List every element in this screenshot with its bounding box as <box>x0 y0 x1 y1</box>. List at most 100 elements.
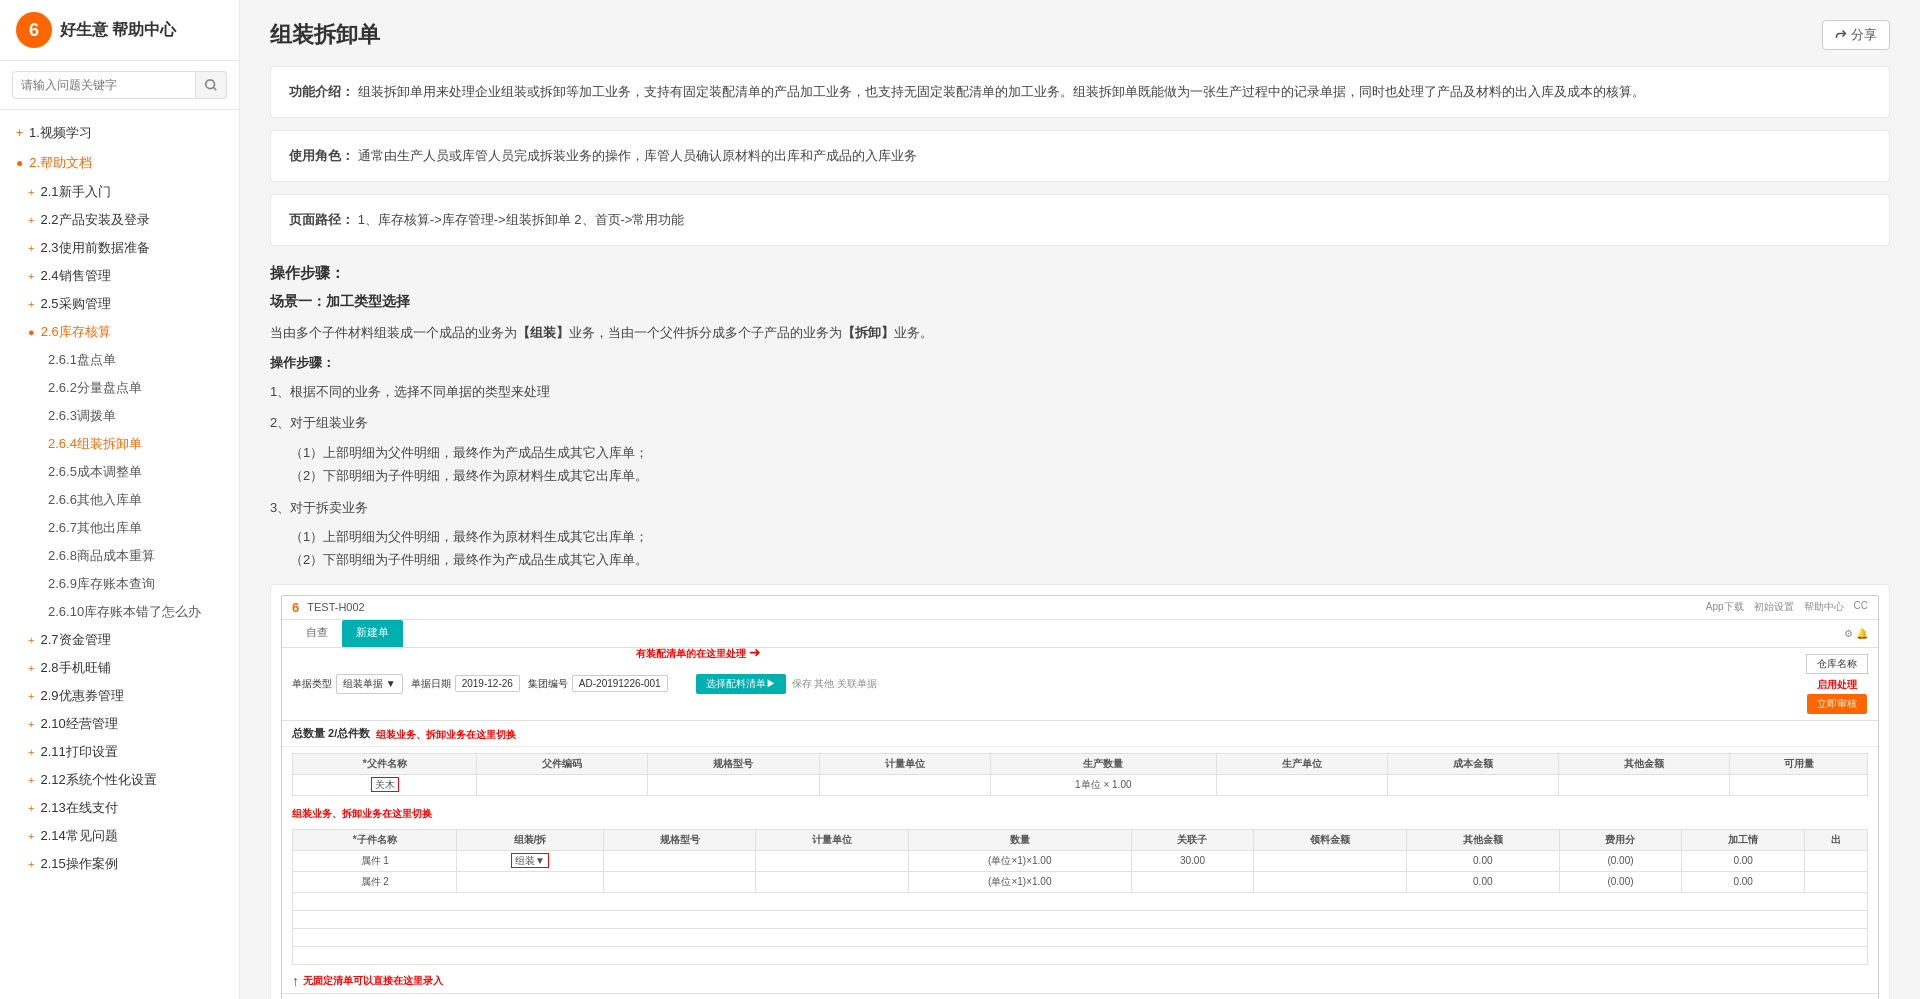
step2-text: 2、对于组装业务 <box>270 411 1890 434</box>
nav-item-partstocktake[interactable]: 2.6.2分量盘点单 <box>36 374 239 402</box>
nav-item-cases[interactable]: + 2.15操作案例 <box>16 850 239 878</box>
mock-tab-self-check[interactable]: 自查 <box>292 620 342 647</box>
nav-item-otheroutbound[interactable]: 2.6.7其他出库单 <box>36 514 239 542</box>
nav-item-assembly[interactable]: 2.6.4组装拆卸单 <box>36 430 239 458</box>
role-text: 通常由生产人员或库管人员完成拆装业务的操作，库管人员确认原材料的出库和产成品的入… <box>358 148 917 163</box>
nav-item-faq-label: 2.14常见问题 <box>40 827 117 845</box>
step3-text: 3、对于拆卖业务 <box>270 496 1890 519</box>
mock-upper-th-name: *父件名称 <box>293 753 477 774</box>
nav-item-customize[interactable]: + 2.12系统个性化设置 <box>16 766 239 794</box>
nav-item-mobile[interactable]: + 2.8手机旺铺 <box>16 654 239 682</box>
mock-annotation3-area: 仓库名称 启用处理 立即审核 <box>1806 654 1868 714</box>
step3-sub2: （2）下部明细为子件明细，最终作为产成品生成其它入库单。 <box>290 548 1890 571</box>
nav-group-docs-title[interactable]: ● 2.帮助文档 <box>0 148 239 178</box>
mock-logo: 6 <box>292 600 299 615</box>
mock-annotation2-text: 组装业务、拆卸业务在这里切换 <box>292 808 432 819</box>
search-input[interactable] <box>12 71 196 99</box>
nav-item-inventoryerror[interactable]: 2.6.10库存账本错了怎么办 <box>36 598 239 626</box>
plus-icon-customize: + <box>28 774 34 786</box>
mock-field-type: 单据类型 组装单据 ▼ <box>292 674 403 694</box>
mock-footer: 合计 99.00 0.00 0.00 0.00 99.00 <box>282 993 1878 999</box>
share-button[interactable]: 分享 <box>1822 20 1890 50</box>
mock-lower-row3 <box>293 892 1868 910</box>
nav-item-coupon[interactable]: + 2.9优惠券管理 <box>16 682 239 710</box>
mock-field-type-label: 单据类型 <box>292 677 332 691</box>
step1-block: 1、根据不同的业务，选择不同单据的类型来处理 <box>270 380 1890 403</box>
plus-icon-coupon: + <box>28 690 34 702</box>
mock-upper-table: *父件名称 父件编码 规格型号 计量单位 生产数量 生产单位 成本金额 其他金额… <box>282 747 1878 802</box>
mock-upper-cell-name: 关木 <box>293 774 477 795</box>
nav-item-inventory[interactable]: ● 2.6库存核算 <box>16 318 239 346</box>
intro-label: 功能介绍： <box>289 84 354 99</box>
nav-item-purchase[interactable]: + 2.5采购管理 <box>16 290 239 318</box>
mock-lower-cell1-type: 组装▼ <box>457 850 603 871</box>
nav-item-sales[interactable]: + 2.4销售管理 <box>16 262 239 290</box>
steps-label: 操作步骤： <box>270 351 1890 374</box>
mock-field-date-value[interactable]: 2019-12-26 <box>455 675 520 692</box>
mock-highlight-name: 关木 <box>371 777 399 792</box>
mock-lower-cell2-material <box>1254 871 1407 892</box>
nav-item-faq[interactable]: + 2.14常见问题 <box>16 822 239 850</box>
page-title: 组装拆卸单 <box>270 20 380 50</box>
mock-annotation1: 有装配清单的在这里处理 <box>636 648 746 659</box>
nav-group-videos: + 1.视频学习 <box>0 118 239 148</box>
mock-annotation2: 组装业务、拆卸业务在这里切换 <box>376 729 516 740</box>
mock-lower-th-out: 出 <box>1805 829 1868 850</box>
mock-lower-cell2-name: 属件 2 <box>293 871 457 892</box>
mock-field-no-value[interactable]: AD-20191226-001 <box>572 675 668 692</box>
nav-item-costadjust[interactable]: 2.6.5成本调整单 <box>36 458 239 486</box>
mock-lower-cell1-material <box>1254 850 1407 871</box>
path-card: 页面路径： 1、库存核算->库存管理->组装拆卸单 2、首页->常用功能 <box>270 194 1890 246</box>
nav-item-inventoryquery[interactable]: 2.6.9库存账本查询 <box>36 570 239 598</box>
mock-lower-cell2-relate <box>1131 871 1254 892</box>
nav-item-costrecalc[interactable]: 2.6.8商品成本重算 <box>36 542 239 570</box>
mock-field-type-value[interactable]: 组装单据 ▼ <box>336 674 403 694</box>
mock-lower-cell2-fee: (0.00) <box>1559 871 1682 892</box>
intro-card: 功能介绍： 组装拆卸单用来处理企业组装或拆卸等加工业务，支持有固定装配清单的产品… <box>270 66 1890 118</box>
nav-item-newuser[interactable]: + 2.1新手入门 <box>16 178 239 206</box>
mock-template-area: 选择配料清单▶ 保存 其他 关联单据 有装配清单的在这里处理 ➜ <box>696 674 878 694</box>
nav-item-print-label: 2.11打印设置 <box>40 743 117 761</box>
mock-lower-row6 <box>293 946 1868 964</box>
nav-item-mgmt[interactable]: + 2.10经营管理 <box>16 710 239 738</box>
path-label: 页面路径： <box>289 212 354 227</box>
mock-field-date: 单据日期 2019-12-26 <box>411 675 520 692</box>
nav-item-dataprep[interactable]: + 2.3使用前数据准备 <box>16 234 239 262</box>
nav-item-print[interactable]: + 2.11打印设置 <box>16 738 239 766</box>
sidebar: 6 好生意 帮助中心 + 1.视频学习 ● 2.帮助文档 <box>0 0 240 999</box>
plus-icon-payment: + <box>28 802 34 814</box>
mock-lower-th-other: 其他金额 <box>1406 829 1559 850</box>
nav-item-customize-label: 2.12系统个性化设置 <box>40 771 156 789</box>
search-button[interactable] <box>196 71 227 99</box>
nav-item-finance[interactable]: + 2.7资金管理 <box>16 626 239 654</box>
mock-lower-row2: 属件 2 (单位×1)×1.00 0.00 (0.00) 0.00 <box>293 871 1868 892</box>
mock-lower-cell1-out <box>1805 850 1868 871</box>
sidebar-nav: + 1.视频学习 ● 2.帮助文档 + 2.1新手入门 + 2.2产品安装及登录 <box>0 110 239 999</box>
mock-upper-th-avail: 可用量 <box>1730 753 1868 774</box>
nav-item-otherinbound[interactable]: 2.6.6其他入库单 <box>36 486 239 514</box>
nav-item-install[interactable]: + 2.2产品安装及登录 <box>16 206 239 234</box>
mock-select-template-btn[interactable]: 选择配料清单▶ <box>696 674 786 694</box>
nav-item-stocktake[interactable]: 2.6.1盘点单 <box>36 346 239 374</box>
nav-item-payment[interactable]: + 2.13在线支付 <box>16 794 239 822</box>
mock-nav-help: 帮助中心 <box>1804 600 1844 614</box>
mock-tab-new[interactable]: 新建单 <box>342 620 403 647</box>
mock-input-warehouse[interactable]: 仓库名称 <box>1806 654 1868 674</box>
step2-block: 2、对于组装业务 （1）上部明细为父件明细，最终作为产成品生成其它入库单； （2… <box>270 411 1890 487</box>
nav-item-transfer[interactable]: 2.6.3调拨单 <box>36 402 239 430</box>
content-body: 功能介绍： 组装拆卸单用来处理企业组装或拆卸等加工业务，支持有固定装配清单的产品… <box>240 66 1920 999</box>
mock-lower-cell1-fee: (0.00) <box>1559 850 1682 871</box>
nav-item-finance-label: 2.7资金管理 <box>40 631 110 649</box>
mock-nav-cc: CC <box>1854 600 1868 614</box>
mock-lower-cell1-unit <box>756 850 909 871</box>
plus-icon-sales: + <box>28 270 34 282</box>
mock-lower-th-process: 加工情 <box>1682 829 1805 850</box>
mock-btn-save2[interactable]: 立即审核 <box>1807 694 1867 714</box>
mock-highlight-type: 组装▼ <box>511 853 549 868</box>
mock-field-date-label: 单据日期 <box>411 677 451 691</box>
mock-lower-table-el: *子件名称 组装/拆 规格型号 计量单位 数量 关联子 领料金额 其他金额 费用… <box>292 829 1868 965</box>
mock-top-bar: 6 TEST-H002 App下载 初始设置 帮助中心 CC <box>282 596 1878 620</box>
nav-group-videos-title[interactable]: + 1.视频学习 <box>0 118 239 148</box>
nav-item-mgmt-label: 2.10经营管理 <box>40 715 117 733</box>
minus-icon-inventory: ● <box>28 326 35 338</box>
